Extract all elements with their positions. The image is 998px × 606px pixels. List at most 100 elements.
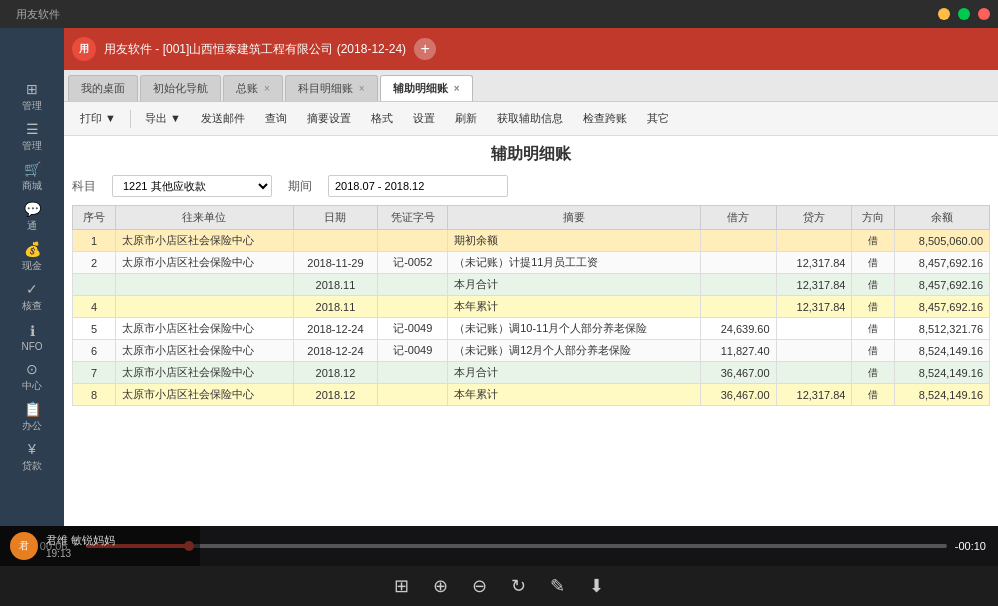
ledger-table: 序号 往来单位 日期 凭证字号 摘要 借方 贷方 方向 余额 1太原市小店区社会… xyxy=(72,205,990,406)
col-date: 日期 xyxy=(293,206,378,230)
tab-home[interactable]: 我的桌面 xyxy=(68,75,138,101)
page-title-bar: 辅助明细账 xyxy=(72,144,990,165)
table-row: 2太原市小店区社会保险中心2018-11-29记-0052（未记账）计提11月员… xyxy=(73,252,990,274)
sidebar-item-loan[interactable]: ¥ 贷款 xyxy=(4,438,60,476)
zoom-out-button[interactable]: ⊖ xyxy=(472,575,487,597)
col-seq: 序号 xyxy=(73,206,116,230)
end-time: -00:10 xyxy=(955,540,986,552)
period-filter-label: 期间 xyxy=(288,178,312,195)
left-sidebar: ⊞ 管理 ☰ 管理 🛒 商城 💬 通 💰 现金 ✓ 核查 ℹ NFO ⊙ 中心 … xyxy=(0,28,64,526)
tab-detail[interactable]: 科目明细账 × xyxy=(285,75,378,101)
refresh-button[interactable]: 刷新 xyxy=(447,107,485,131)
table-row: 1太原市小店区社会保险中心期初余额借8,505,060.00 xyxy=(73,230,990,252)
sidebar-item-info[interactable]: ℹ NFO xyxy=(4,318,60,356)
col-dir: 方向 xyxy=(852,206,895,230)
sidebar-label-cash: 现金 xyxy=(22,259,42,273)
sidebar-item-check[interactable]: ✓ 核查 xyxy=(4,278,60,316)
tab-detail-close[interactable]: × xyxy=(359,83,365,94)
table-row: 7太原市小店区社会保险中心2018.12本月合计36,467.00借8,524,… xyxy=(73,362,990,384)
close-button[interactable]: × xyxy=(978,8,990,20)
app-logo: 用 xyxy=(72,37,96,61)
tab-detail-label: 科目明细账 xyxy=(298,81,353,96)
tab-home-label: 我的桌面 xyxy=(81,81,125,96)
col-summary: 摘要 xyxy=(448,206,701,230)
export-button[interactable]: 导出 ▼ xyxy=(137,107,189,131)
tab-summary-close[interactable]: × xyxy=(264,83,270,94)
tab-init-label: 初始化导航 xyxy=(153,81,208,96)
period-filter-input[interactable] xyxy=(328,175,508,197)
sidebar-label-shop: 商城 xyxy=(22,179,42,193)
comment-time: 19:13 xyxy=(46,548,115,559)
sidebar-item-manage1[interactable]: ⊞ 管理 xyxy=(4,78,60,116)
tab-aux-label: 辅助明细账 xyxy=(393,81,448,96)
email-button[interactable]: 发送邮件 xyxy=(193,107,253,131)
subject-filter-label: 科目 xyxy=(72,178,96,195)
col-credit: 贷方 xyxy=(776,206,852,230)
cash-icon: 💰 xyxy=(24,241,41,257)
table-row: 5太原市小店区社会保险中心2018-12-24记-0049（未记账）调10-11… xyxy=(73,318,990,340)
col-balance: 余额 xyxy=(895,206,990,230)
cross-check-button[interactable]: 检查跨账 xyxy=(575,107,635,131)
commenter-avatar: 君 xyxy=(10,532,38,560)
col-unit: 往来单位 xyxy=(115,206,293,230)
minimize-button[interactable]: − xyxy=(938,8,950,20)
get-aux-button[interactable]: 获取辅助信息 xyxy=(489,107,571,131)
summary-settings-button[interactable]: 摘要设置 xyxy=(299,107,359,131)
zoom-in-button[interactable]: ⊕ xyxy=(433,575,448,597)
comm-icon: 💬 xyxy=(24,201,41,217)
sep1 xyxy=(130,110,131,128)
table-row: 8太原市小店区社会保险中心2018.12本年累计36,467.0012,317.… xyxy=(73,384,990,406)
sidebar-item-office[interactable]: 📋 办公 xyxy=(4,398,60,436)
table-row: 6太原市小店区社会保险中心2018-12-24记-0049（未记账）调12月个人… xyxy=(73,340,990,362)
check-icon: ✓ xyxy=(26,281,38,297)
sidebar-label-info: NFO xyxy=(21,341,42,352)
table-container: 序号 往来单位 日期 凭证字号 摘要 借方 贷方 方向 余额 1太原市小店区社会… xyxy=(72,205,990,406)
tab-aux-close[interactable]: × xyxy=(454,83,460,94)
subject-filter-select[interactable]: 1221 其他应收款 xyxy=(112,175,272,197)
sidebar-item-center[interactable]: ⊙ 中心 xyxy=(4,358,60,396)
sidebar-item-comm[interactable]: 💬 通 xyxy=(4,198,60,236)
rotate-button[interactable]: ↻ xyxy=(511,575,526,597)
avatar-initials: 君 xyxy=(19,539,29,553)
office-icon: 📋 xyxy=(24,401,41,417)
toolbar: 打印 ▼ 导出 ▼ 发送邮件 查询 摘要设置 格式 设置 刷新 获取辅助信息 检… xyxy=(64,102,998,136)
settings-button[interactable]: 设置 xyxy=(405,107,443,131)
tab-bar: 我的桌面 初始化导航 总账 × 科目明细账 × 辅助明细账 × xyxy=(64,70,998,102)
table-row: 2018.11本月合计12,317.84借8,457,692.16 xyxy=(73,274,990,296)
download-button[interactable]: ⬇ xyxy=(589,575,604,597)
content-area: 辅助明细账 科目 1221 其他应收款 期间 序号 往来单位 日期 凭证字号 摘 xyxy=(64,136,998,526)
sidebar-item-manage2[interactable]: ☰ 管理 xyxy=(4,118,60,156)
center-icon: ⊙ xyxy=(26,361,38,377)
brand-name: 用友软件 xyxy=(8,7,60,22)
tab-init[interactable]: 初始化导航 xyxy=(140,75,221,101)
page-title: 辅助明细账 xyxy=(491,144,571,165)
table-row: 42018.11本年累计12,317.84借8,457,692.16 xyxy=(73,296,990,318)
grid-view-button[interactable]: ⊞ xyxy=(394,575,409,597)
info-icon: ℹ xyxy=(30,323,35,339)
sidebar-label-office: 办公 xyxy=(22,419,42,433)
sidebar-label-center: 中心 xyxy=(22,379,42,393)
col-voucher: 凭证字号 xyxy=(378,206,448,230)
progress-track[interactable] xyxy=(86,544,947,548)
filter-row: 科目 1221 其他应收款 期间 xyxy=(72,175,990,197)
sidebar-label-comm: 通 xyxy=(27,219,37,233)
tab-summary[interactable]: 总账 × xyxy=(223,75,283,101)
tab-aux[interactable]: 辅助明细账 × xyxy=(380,75,473,101)
loan-icon: ¥ xyxy=(28,441,36,457)
sidebar-label-manage2: 管理 xyxy=(22,139,42,153)
other-button[interactable]: 其它 xyxy=(639,107,677,131)
query-button[interactable]: 查询 xyxy=(257,107,295,131)
edit-button[interactable]: ✎ xyxy=(550,575,565,597)
format-button[interactable]: 格式 xyxy=(363,107,401,131)
sidebar-label-manage1: 管理 xyxy=(22,99,42,113)
manage1-icon: ⊞ xyxy=(26,81,38,97)
sidebar-item-cash[interactable]: 💰 现金 xyxy=(4,238,60,276)
maximize-button[interactable]: □ xyxy=(958,8,970,20)
print-button[interactable]: 打印 ▼ xyxy=(72,107,124,131)
window-chrome: 用友软件 − □ × xyxy=(0,0,998,28)
comment-info-block: 君维 敏锐妈妈 19:13 xyxy=(46,533,115,559)
add-tab-button[interactable]: + xyxy=(414,38,436,60)
sidebar-item-shop[interactable]: 🛒 商城 xyxy=(4,158,60,196)
sidebar-label-check: 核查 xyxy=(22,299,42,313)
col-debit: 借方 xyxy=(700,206,776,230)
